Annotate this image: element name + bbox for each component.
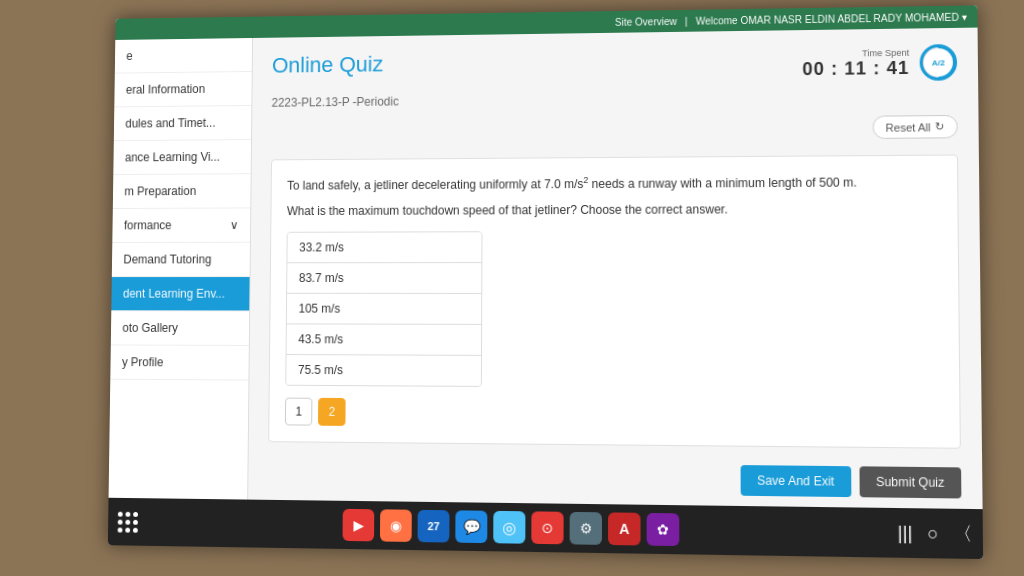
taskbar-app-chat[interactable]: 💬 bbox=[455, 510, 487, 543]
answer-option-4[interactable]: 43.5 m/s bbox=[287, 324, 482, 356]
apps-grid-icon[interactable] bbox=[118, 511, 138, 532]
answer-option-2[interactable]: 83.7 m/s bbox=[287, 263, 481, 294]
sidebar-item-e[interactable]: e bbox=[115, 38, 252, 74]
dot bbox=[125, 511, 130, 516]
progress-circle: A/2 bbox=[920, 44, 958, 81]
timer-label-value: Time Spent 00 : 11 : 41 bbox=[802, 47, 909, 79]
answer-options: 33.2 m/s 83.7 m/s 105 m/s 43.5 m/s 75.5 … bbox=[285, 231, 482, 387]
dot bbox=[118, 527, 123, 532]
dot bbox=[133, 519, 138, 524]
answer-option-3[interactable]: 105 m/s bbox=[287, 294, 481, 325]
dot bbox=[125, 519, 130, 524]
welcome-text: Welcome OMAR NASR ELDIN ABDEL RADY MOHAM… bbox=[696, 11, 967, 26]
gear-app-icon: ⚙ bbox=[579, 520, 592, 536]
purple-app-icon: ✿ bbox=[657, 521, 669, 538]
page-btn-2[interactable]: 2 bbox=[318, 398, 346, 426]
sidebar-item-profile[interactable]: y Profile bbox=[110, 345, 249, 380]
top-bar-right: Site Overview | Welcome OMAR NASR ELDIN … bbox=[615, 11, 967, 27]
dot bbox=[125, 527, 130, 532]
taskbar-app-orange[interactable]: ◉ bbox=[380, 509, 412, 542]
taskbar-app-circle[interactable]: ◎ bbox=[493, 511, 525, 544]
pdf-app-icon: A bbox=[619, 521, 629, 537]
reset-label: Reset All bbox=[886, 121, 931, 134]
timer-value: 00 : 11 : 41 bbox=[802, 57, 909, 79]
sidebar-item-photo-gallery[interactable]: oto Gallery bbox=[111, 311, 249, 346]
chevron-down-icon: ∨ bbox=[230, 218, 239, 232]
pagination: 1 2 bbox=[285, 398, 943, 431]
main-layout: e eral Information dules and Timet... an… bbox=[109, 28, 983, 510]
answer-option-5[interactable]: 75.5 m/s bbox=[286, 355, 481, 386]
sidebar-item-student-learning[interactable]: dent Learning Env... bbox=[111, 277, 249, 311]
sidebar-item-learning-vi[interactable]: ance Learning Vi... bbox=[113, 140, 251, 175]
sidebar-item-performance-label: formance bbox=[124, 218, 172, 232]
sidebar-item-schedules[interactable]: dules and Timet... bbox=[114, 106, 252, 141]
back-icon[interactable]: 〈 bbox=[953, 521, 972, 546]
orange-app-icon: ◉ bbox=[390, 517, 402, 533]
sidebar-item-demand-tutoring[interactable]: Demand Tutoring bbox=[112, 243, 250, 277]
red2-app-icon: ⊙ bbox=[541, 520, 553, 536]
quiz-title: Online Quiz bbox=[272, 52, 383, 79]
taskbar-app-gear[interactable]: ⚙ bbox=[570, 512, 602, 545]
sidebar: e eral Information dules and Timet... an… bbox=[109, 38, 254, 500]
reset-all-button[interactable]: Reset All ↻ bbox=[872, 115, 958, 139]
taskbar-apps: ▶ ◉ 27 💬 ◎ ⊙ ⚙ A ✿ bbox=[343, 509, 680, 546]
taskbar-app-calendar[interactable]: 27 bbox=[418, 510, 450, 543]
red-app-icon: ▶ bbox=[353, 517, 364, 533]
taskbar-app-red[interactable]: ▶ bbox=[343, 509, 375, 542]
quiz-header: Online Quiz Time Spent 00 : 11 : 41 A/2 bbox=[272, 44, 957, 88]
calendar-app-icon: 27 bbox=[427, 520, 439, 532]
chat-app-icon: 💬 bbox=[463, 519, 480, 535]
question-subtext: What is the maximum touchdown speed of t… bbox=[287, 201, 941, 218]
taskbar-app-purple[interactable]: ✿ bbox=[647, 513, 680, 546]
taskbar: ▶ ◉ 27 💬 ◎ ⊙ ⚙ A ✿ bbox=[108, 498, 983, 559]
dot bbox=[118, 519, 123, 524]
question-area: To land safely, a jetliner decelerating … bbox=[268, 154, 961, 448]
quiz-code: 2223-PL2.13-P -Periodic bbox=[272, 89, 958, 110]
save-exit-button[interactable]: Save And Exit bbox=[740, 465, 851, 497]
dot bbox=[118, 511, 123, 516]
separator: | bbox=[685, 15, 688, 26]
submit-quiz-button[interactable]: Submit Quiz bbox=[859, 466, 961, 498]
taskbar-right: ||| ○ 〈 bbox=[898, 520, 973, 546]
progress-inner: A/2 bbox=[924, 48, 953, 77]
circle-app-icon: ◎ bbox=[502, 518, 516, 537]
action-buttons: Save And Exit Submit Quiz bbox=[740, 465, 961, 498]
menu-icon[interactable]: ||| bbox=[898, 522, 913, 544]
sidebar-item-performance[interactable]: formance ∨ bbox=[112, 208, 250, 243]
home-icon[interactable]: ○ bbox=[927, 522, 939, 544]
dot bbox=[133, 527, 138, 532]
answer-option-1[interactable]: 33.2 m/s bbox=[287, 232, 481, 263]
question-text-part1: To land safely, a jetliner decelerating … bbox=[287, 177, 583, 192]
question-text-end: needs a runway with a minimum length of … bbox=[588, 175, 857, 191]
sidebar-item-general-info[interactable]: eral Information bbox=[114, 72, 251, 107]
sidebar-item-preparation[interactable]: m Preparation bbox=[113, 174, 251, 209]
site-overview-link[interactable]: Site Overview bbox=[615, 16, 677, 28]
refresh-icon: ↻ bbox=[935, 120, 944, 133]
dot bbox=[133, 511, 138, 516]
taskbar-app-red2[interactable]: ⊙ bbox=[531, 511, 563, 544]
content-area: Online Quiz Time Spent 00 : 11 : 41 A/2 … bbox=[248, 28, 982, 510]
timer-section: Time Spent 00 : 11 : 41 A/2 bbox=[802, 44, 957, 82]
timer-label: Time Spent bbox=[802, 47, 909, 58]
question-text: To land safely, a jetliner decelerating … bbox=[287, 172, 941, 195]
taskbar-app-pdf[interactable]: A bbox=[608, 512, 641, 545]
page-btn-1[interactable]: 1 bbox=[285, 398, 313, 426]
reset-btn-container: Reset All ↻ bbox=[271, 115, 958, 144]
